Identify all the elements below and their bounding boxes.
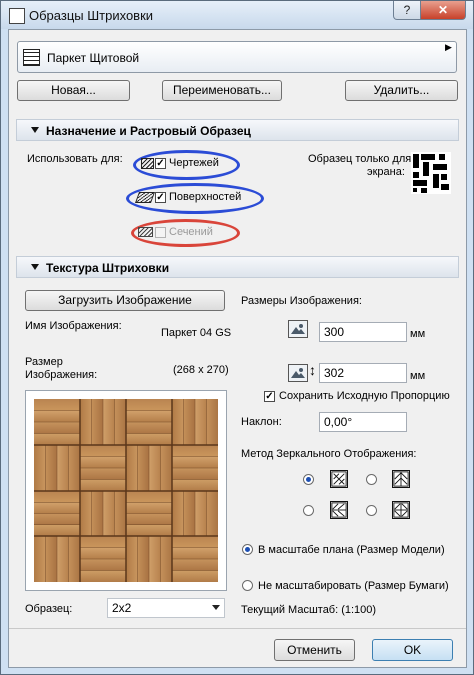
surfaces-checkbox[interactable]: ✓	[155, 192, 166, 203]
height-icon	[288, 364, 308, 382]
sections-label: Сечений	[169, 226, 213, 238]
keep-proportion-checkbox[interactable]: ✓	[264, 391, 275, 402]
section-texture-title: Текстура Штриховки	[46, 261, 170, 275]
scale-model-label: В масштабе плана (Размер Модели)	[258, 544, 445, 556]
sample-label: Образец:	[25, 603, 73, 615]
mirror-none-icon[interactable]	[330, 470, 348, 488]
height-input[interactable]: 302	[319, 363, 407, 383]
screen-only-label-2: экрана:	[367, 166, 405, 178]
delete-button[interactable]: Удалить...	[345, 80, 458, 101]
texture-preview	[25, 390, 227, 591]
current-scale-label: Текущий Масштаб: (1:100)	[241, 604, 377, 616]
image-size-label-1: Размер	[25, 356, 63, 368]
mirror-option-2-radio[interactable]	[366, 474, 377, 485]
sections-checkbox[interactable]	[155, 227, 166, 238]
width-unit: мм	[410, 328, 426, 340]
section-texture-header[interactable]: Текстура Штриховки	[16, 256, 459, 278]
pattern-menu-arrow-icon[interactable]: ▶	[445, 42, 452, 53]
section-assignment-title: Назначение и Растровый Образец	[46, 124, 251, 138]
screen-only-label-1: Образец только для	[308, 153, 412, 165]
rename-button[interactable]: Переименовать...	[162, 80, 282, 101]
pattern-thumbnail-icon	[23, 49, 40, 66]
collapse-triangle-icon	[31, 127, 39, 133]
pattern-selector[interactable]: Паркет Щитовой ▶	[17, 41, 457, 73]
window-title: Образцы Штриховки	[29, 8, 154, 23]
load-image-button[interactable]: Загрузить Изображение	[25, 290, 225, 311]
sample-dropdown[interactable]: 2x2	[107, 598, 225, 618]
use-for-label: Использовать для:	[27, 153, 123, 165]
keep-proportion-label: Сохранить Исходную Пропорцию	[279, 390, 450, 402]
scale-paper-radio[interactable]	[242, 580, 253, 591]
width-icon	[288, 320, 308, 338]
cancel-button[interactable]: Отменить	[274, 639, 355, 661]
mirror-vertical-icon[interactable]	[330, 501, 348, 519]
sections-icon	[138, 227, 153, 237]
slope-input[interactable]: 0,00°	[319, 412, 407, 432]
mirror-both-icon[interactable]	[392, 501, 410, 519]
drawings-icon	[141, 158, 154, 169]
mirror-option-4-radio[interactable]	[366, 505, 377, 516]
slope-label: Наклон:	[241, 416, 282, 428]
dialog-body: Паркет Щитовой ▶ Новая... Переименовать.…	[8, 29, 467, 668]
drawings-checkbox[interactable]: ✓	[155, 158, 166, 169]
mirror-option-3-radio[interactable]	[303, 505, 314, 516]
close-button[interactable]: ✕	[420, 1, 466, 20]
collapse-triangle-icon	[31, 264, 39, 270]
title-bar: Образцы Штриховки ? ✕	[1, 1, 473, 29]
width-input[interactable]: 300	[319, 322, 407, 342]
height-arrow-icon: ↕	[309, 362, 316, 378]
mirror-horizontal-icon[interactable]	[392, 470, 410, 488]
help-button[interactable]: ?	[393, 1, 421, 20]
sample-value: 2x2	[112, 601, 132, 615]
pattern-name: Паркет Щитовой	[47, 51, 140, 65]
image-size-label-2: Изображения:	[25, 369, 98, 381]
app-icon	[9, 8, 25, 24]
image-name-label: Имя Изображения:	[25, 320, 122, 332]
hatch-patterns-dialog: Образцы Штриховки ? ✕ Паркет Щитовой ▶ Н…	[0, 0, 474, 675]
mirror-option-1-radio[interactable]	[303, 474, 314, 485]
mirror-method-label: Метод Зеркального Отображения:	[241, 448, 417, 460]
drawings-label: Чертежей	[169, 157, 219, 169]
surfaces-label: Поверхностей	[169, 191, 242, 203]
screen-raster-pattern-icon[interactable]	[411, 152, 451, 194]
image-name-value: Паркет 04 GS	[161, 327, 232, 339]
ok-button[interactable]: OK	[372, 639, 453, 661]
height-unit: мм	[410, 370, 426, 382]
image-size-value: (268 x 270)	[173, 364, 229, 376]
image-sizes-label: Размеры Изображения:	[241, 295, 362, 307]
scale-paper-label: Не масштабировать (Размер Бумаги)	[258, 580, 449, 592]
section-assignment-header[interactable]: Назначение и Растровый Образец	[16, 119, 459, 141]
chevron-down-icon	[212, 605, 220, 610]
footer-divider	[9, 628, 466, 629]
scale-model-radio[interactable]	[242, 544, 253, 555]
new-button[interactable]: Новая...	[17, 80, 130, 101]
